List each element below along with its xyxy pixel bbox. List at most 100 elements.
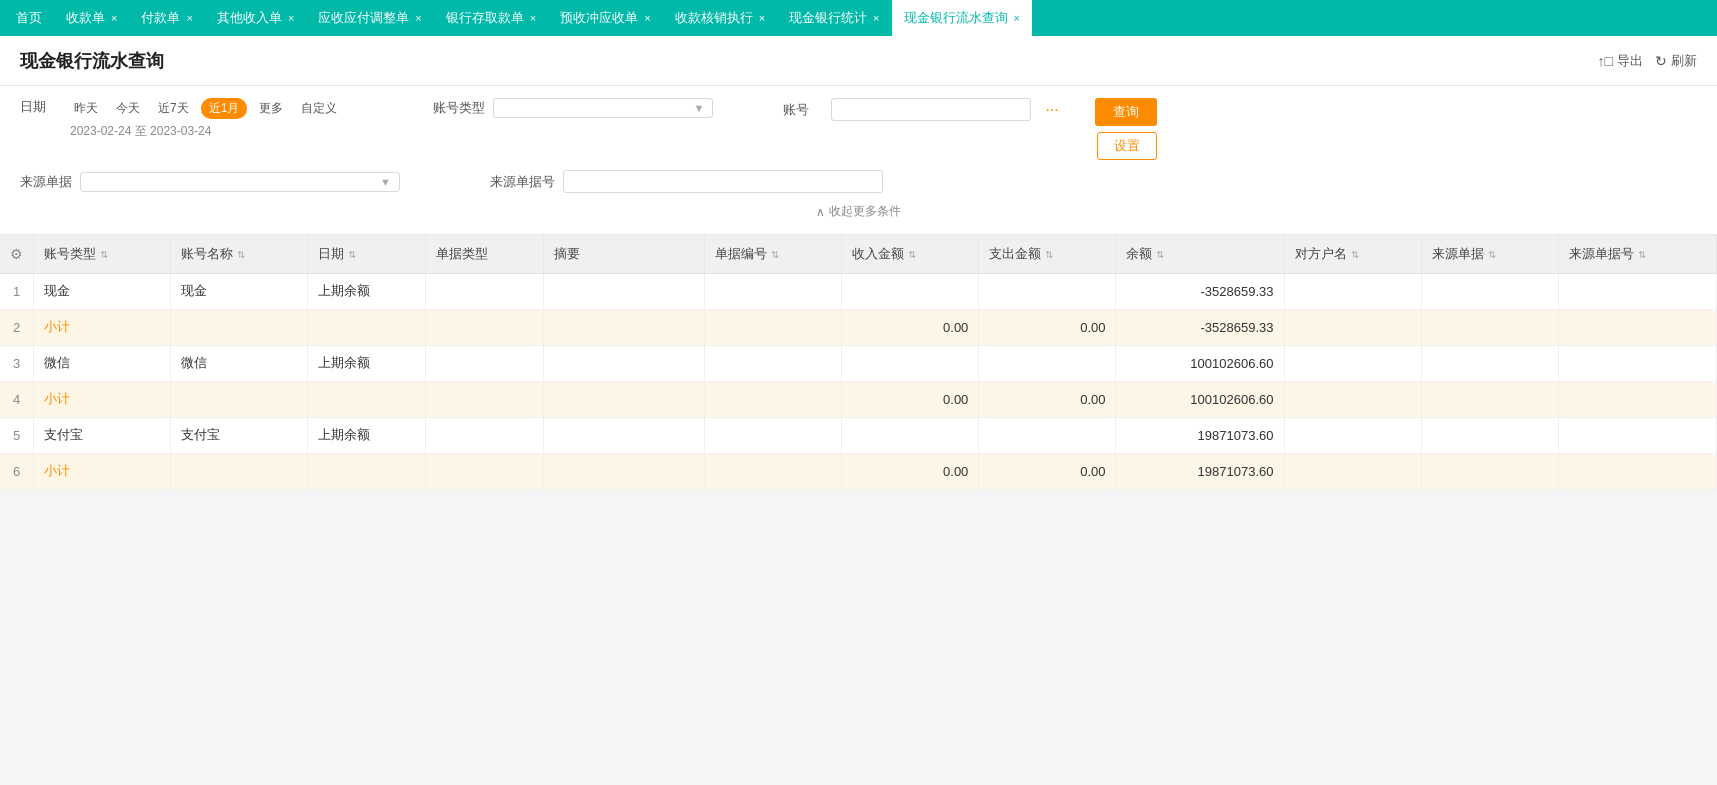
table-row[interactable]: 1现金现金上期余额-3528659.33 bbox=[0, 273, 1717, 309]
query-button[interactable]: 查询 bbox=[1095, 98, 1157, 126]
top-nav: 首页 收款单 × 付款单 × 其他收入单 × 应收应付调整单 × 银行存取款单 … bbox=[0, 0, 1717, 36]
nav-other-income-close[interactable]: × bbox=[288, 12, 294, 24]
cell-num: 5 bbox=[0, 417, 34, 453]
account-dots-button[interactable]: ··· bbox=[1039, 99, 1064, 121]
nav-stats[interactable]: 现金银行统计 × bbox=[777, 0, 891, 36]
account-label: 账号 bbox=[783, 101, 823, 119]
cell-source-doc-no bbox=[1558, 453, 1716, 489]
cell-income: 0.00 bbox=[842, 453, 979, 489]
gear-icon[interactable]: ⚙ bbox=[10, 246, 23, 262]
date-options: 昨天 今天 近7天 近1月 更多 自定义 bbox=[68, 98, 343, 119]
cell-expense: 0.00 bbox=[979, 309, 1116, 345]
nav-home[interactable]: 首页 bbox=[4, 0, 54, 36]
nav-stats-close[interactable]: × bbox=[873, 12, 879, 24]
nav-payment-close[interactable]: × bbox=[186, 12, 192, 24]
col-source-doc[interactable]: 来源单据⇅ bbox=[1421, 235, 1558, 273]
cell-doc-type bbox=[426, 345, 544, 381]
export-button[interactable]: ↑□ 导出 bbox=[1598, 52, 1643, 70]
cell-expense: 0.00 bbox=[979, 453, 1116, 489]
nav-cashflow-close[interactable]: × bbox=[1014, 12, 1020, 24]
col-counterpart[interactable]: 对方户名⇅ bbox=[1284, 235, 1421, 273]
cell-account-type: 支付宝 bbox=[34, 417, 171, 453]
nav-other-income[interactable]: 其他收入单 × bbox=[205, 0, 306, 36]
date-yesterday[interactable]: 昨天 bbox=[68, 98, 104, 119]
cell-summary bbox=[543, 453, 704, 489]
date-today[interactable]: 今天 bbox=[110, 98, 146, 119]
cell-income bbox=[842, 345, 979, 381]
export-icon: ↑□ bbox=[1598, 53, 1613, 69]
date-label: 日期 bbox=[20, 98, 60, 116]
nav-adjust-close[interactable]: × bbox=[415, 12, 421, 24]
cell-date: 上期余额 bbox=[308, 417, 426, 453]
table-row[interactable]: 2小计0.000.00-3528659.33 bbox=[0, 309, 1717, 345]
col-account-name[interactable]: 账号名称⇅ bbox=[171, 235, 308, 273]
source-doc-no-input[interactable] bbox=[563, 170, 883, 193]
nav-adjust[interactable]: 应收应付调整单 × bbox=[306, 0, 433, 36]
cell-source-doc-no bbox=[1558, 381, 1716, 417]
cell-source-doc bbox=[1421, 273, 1558, 309]
col-source-doc-no[interactable]: 来源单据号⇅ bbox=[1558, 235, 1716, 273]
cell-income bbox=[842, 273, 979, 309]
cell-balance: 100102606.60 bbox=[1116, 381, 1284, 417]
cell-doc-type bbox=[426, 381, 544, 417]
table-row[interactable]: 3微信微信上期余额100102606.60 bbox=[0, 345, 1717, 381]
source-doc-select[interactable]: ▼ bbox=[80, 172, 400, 192]
cell-source-doc bbox=[1421, 417, 1558, 453]
cell-num: 3 bbox=[0, 345, 34, 381]
table-row[interactable]: 4小计0.000.00100102606.60 bbox=[0, 381, 1717, 417]
col-expense[interactable]: 支出金额⇅ bbox=[979, 235, 1116, 273]
table-row[interactable]: 5支付宝支付宝上期余额19871073.60 bbox=[0, 417, 1717, 453]
cell-summary bbox=[543, 345, 704, 381]
cell-balance: 100102606.60 bbox=[1116, 345, 1284, 381]
collapse-button[interactable]: ∧ 收起更多条件 bbox=[816, 203, 901, 220]
col-income[interactable]: 收入金额⇅ bbox=[842, 235, 979, 273]
cell-date bbox=[308, 309, 426, 345]
nav-prepay-close[interactable]: × bbox=[644, 12, 650, 24]
table-row[interactable]: 6小计0.000.0019871073.60 bbox=[0, 453, 1717, 489]
col-doc-no[interactable]: 单据编号⇅ bbox=[705, 235, 842, 273]
nav-payment[interactable]: 付款单 × bbox=[129, 0, 204, 36]
table-body: 1现金现金上期余额-3528659.332小计0.000.00-3528659.… bbox=[0, 273, 1717, 489]
nav-bank-deposit[interactable]: 银行存取款单 × bbox=[434, 0, 548, 36]
refresh-button[interactable]: ↻ 刷新 bbox=[1655, 52, 1697, 70]
cell-doc-type bbox=[426, 273, 544, 309]
date-more[interactable]: 更多 bbox=[253, 98, 289, 119]
cell-source-doc bbox=[1421, 453, 1558, 489]
cell-expense: 0.00 bbox=[979, 381, 1116, 417]
sort-account-name-icon: ⇅ bbox=[237, 249, 245, 260]
nav-receipt-close[interactable]: × bbox=[111, 12, 117, 24]
nav-bank-deposit-close[interactable]: × bbox=[530, 12, 536, 24]
nav-prepay[interactable]: 预收冲应收单 × bbox=[548, 0, 662, 36]
cell-doc-type bbox=[426, 309, 544, 345]
cell-expense bbox=[979, 273, 1116, 309]
date-custom[interactable]: 自定义 bbox=[295, 98, 343, 119]
col-account-type[interactable]: 账号类型⇅ bbox=[34, 235, 171, 273]
data-table: ⚙ 账号类型⇅ 账号名称⇅ 日期⇅ 单据类型 摘要 单据编号⇅ bbox=[0, 235, 1717, 490]
cell-counterpart bbox=[1284, 309, 1421, 345]
nav-writeoff-close[interactable]: × bbox=[759, 12, 765, 24]
sort-income-icon: ⇅ bbox=[908, 249, 916, 260]
cell-balance: 19871073.60 bbox=[1116, 453, 1284, 489]
cell-date bbox=[308, 453, 426, 489]
cell-balance: -3528659.33 bbox=[1116, 273, 1284, 309]
col-date[interactable]: 日期⇅ bbox=[308, 235, 426, 273]
cell-summary bbox=[543, 309, 704, 345]
cell-date: 上期余额 bbox=[308, 273, 426, 309]
page-title: 现金银行流水查询 bbox=[20, 49, 164, 73]
cell-source-doc-no bbox=[1558, 273, 1716, 309]
nav-receipt[interactable]: 收款单 × bbox=[54, 0, 129, 36]
nav-writeoff[interactable]: 收款核销执行 × bbox=[663, 0, 777, 36]
settings-button[interactable]: 设置 bbox=[1097, 132, 1157, 160]
cell-date: 上期余额 bbox=[308, 345, 426, 381]
cell-doc-no bbox=[705, 381, 842, 417]
date-1month[interactable]: 近1月 bbox=[201, 98, 248, 119]
account-input[interactable] bbox=[831, 98, 1031, 121]
nav-cashflow[interactable]: 现金银行流水查询 × bbox=[892, 0, 1032, 36]
date-7days[interactable]: 近7天 bbox=[152, 98, 195, 119]
cell-balance: -3528659.33 bbox=[1116, 309, 1284, 345]
cell-account-type: 微信 bbox=[34, 345, 171, 381]
account-type-select[interactable]: ▼ bbox=[493, 98, 713, 118]
col-balance[interactable]: 余额⇅ bbox=[1116, 235, 1284, 273]
refresh-icon: ↻ bbox=[1655, 53, 1667, 69]
source-doc-no-label: 来源单据号 bbox=[490, 173, 555, 191]
